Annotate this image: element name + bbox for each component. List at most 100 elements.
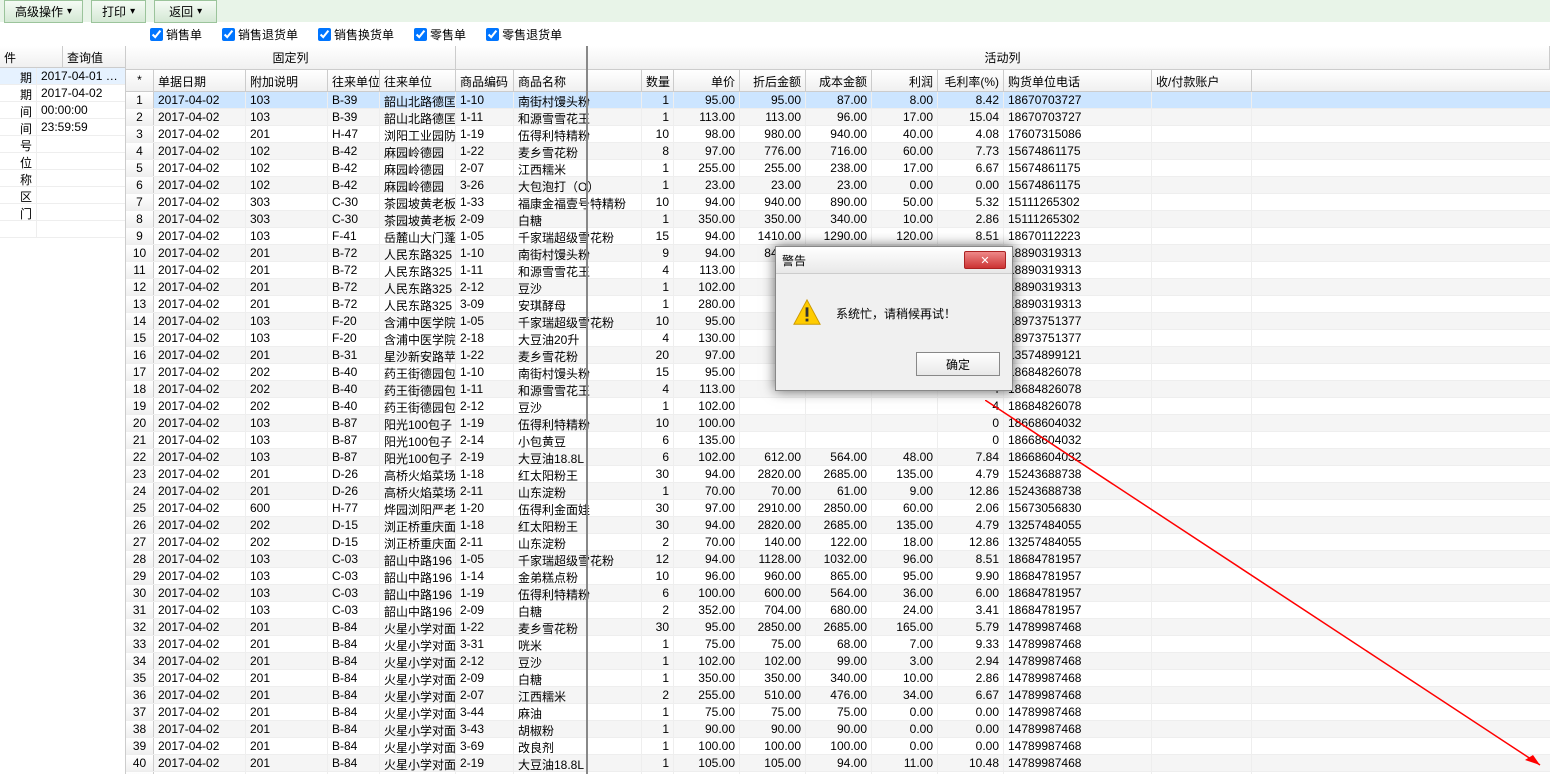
cell-note: 201 <box>246 636 328 652</box>
cell-discount-amount: 980.00 <box>740 126 806 142</box>
cell-date: 2017-04-02 <box>154 449 246 465</box>
table-row[interactable]: 92017-04-02103F-41岳麓山大门蓬1-05千家瑞超级雪花粉1594… <box>126 228 1550 245</box>
table-row[interactable]: 12017-04-02103B-39韶山北路德匡1-10南街村馒头粉195.00… <box>126 92 1550 109</box>
sidebar-row[interactable]: 区 <box>0 187 125 204</box>
table-row[interactable]: 72017-04-02303C-30茶园坡黄老板1-33福康金福壹号特精粉109… <box>126 194 1550 211</box>
cell-qty: 4 <box>642 381 674 397</box>
sidebar-row[interactable]: 间23:59:59 <box>0 119 125 136</box>
cell-unit-code: B-40 <box>328 381 380 397</box>
table-row[interactable]: 232017-04-02201D-26高桥火焰菜场1-18红太阳粉王3094.0… <box>126 466 1550 483</box>
cell-phone: 18670112223 <box>1004 228 1152 244</box>
cell-product-name: 大豆油18.8L <box>514 755 642 771</box>
table-row[interactable]: 282017-04-02103C-03韶山中路1961-05千家瑞超级雪花粉12… <box>126 551 1550 568</box>
table-row[interactable]: 22017-04-02103B-39韶山北路德匡1-11和源雪雪花王1113.0… <box>126 109 1550 126</box>
col-note[interactable]: 附加说明 <box>246 70 328 91</box>
table-row[interactable]: 392017-04-02201B-84火星小学对面3-69改良剂1100.001… <box>126 738 1550 755</box>
cell-phone: 14789987468 <box>1004 738 1152 754</box>
table-row[interactable]: 262017-04-02202D-15浏正桥重庆面1-18红太阳粉王3094.0… <box>126 517 1550 534</box>
col-unit-name[interactable]: 往来单位 <box>380 70 456 91</box>
col-phone[interactable]: 购货单位电话 <box>1004 70 1152 91</box>
cell-phone: 13257484055 <box>1004 534 1152 550</box>
table-row[interactable]: 32017-04-02201H-47浏阳工业园防1-19伍得利特精粉1098.0… <box>126 126 1550 143</box>
cell-margin-rate: 6.00 <box>938 585 1004 601</box>
sidebar-row[interactable]: 期2017-04-01 … <box>0 68 125 85</box>
sidebar-row[interactable]: 期2017-04-02 <box>0 85 125 102</box>
checkbox-sales-order[interactable]: 销售单 <box>150 26 202 43</box>
cell-account <box>1152 262 1252 278</box>
col-unit-code[interactable]: 往来单位 <box>328 70 380 91</box>
cell-product-code: 2-07 <box>456 160 514 176</box>
table-row[interactable]: 222017-04-02103B-87阳光100包子2-19大豆油18.8L61… <box>126 449 1550 466</box>
cell-profit: 0.00 <box>872 177 938 193</box>
table-row[interactable]: 242017-04-02201D-26高桥火焰菜场2-11山东淀粉170.007… <box>126 483 1550 500</box>
cell-idx: 24 <box>126 483 154 499</box>
col-product-code[interactable]: 商品编码 <box>456 70 514 91</box>
cell-account <box>1152 330 1252 346</box>
sidebar-row[interactable]: 称 <box>0 170 125 187</box>
checkbox-retail-return[interactable]: 零售退货单 <box>486 26 562 43</box>
back-button[interactable]: 返回 <box>154 0 217 23</box>
table-row[interactable]: 312017-04-02103C-03韶山中路1962-09白糖2352.007… <box>126 602 1550 619</box>
table-row[interactable]: 322017-04-02201B-84火星小学对面1-22麦乡雪花粉3095.0… <box>126 619 1550 636</box>
col-idx[interactable]: * <box>126 70 154 91</box>
grid-body[interactable]: 12017-04-02103B-39韶山北路德匡1-10南街村馒头粉195.00… <box>126 92 1550 774</box>
cell-account <box>1152 194 1252 210</box>
cell-unit-code: C-03 <box>328 602 380 618</box>
table-row[interactable]: 252017-04-02600H-77烨园浏阳严老1-20伍得利金面娃3097.… <box>126 500 1550 517</box>
table-row[interactable]: 302017-04-02103C-03韶山中路1961-19伍得利特精粉6100… <box>126 585 1550 602</box>
col-profit[interactable]: 利润 <box>872 70 938 91</box>
col-margin-rate[interactable]: 毛利率(%) <box>938 70 1004 91</box>
cell-idx: 19 <box>126 398 154 414</box>
cell-price: 130.00 <box>674 330 740 346</box>
cell-unit-code: B-72 <box>328 279 380 295</box>
sidebar-row[interactable] <box>0 221 125 238</box>
table-row[interactable]: 342017-04-02201B-84火星小学对面2-12豆沙1102.0010… <box>126 653 1550 670</box>
advanced-button[interactable]: 高级操作 <box>4 0 83 23</box>
cell-account <box>1152 211 1252 227</box>
table-row[interactable]: 272017-04-02202D-15浏正桥重庆面2-11山东淀粉270.001… <box>126 534 1550 551</box>
cell-account <box>1152 466 1252 482</box>
cell-note: 102 <box>246 143 328 159</box>
table-row[interactable]: 372017-04-02201B-84火星小学对面3-44麻油175.0075.… <box>126 704 1550 721</box>
sidebar-row[interactable]: 位 <box>0 153 125 170</box>
table-row[interactable]: 362017-04-02201B-84火星小学对面2-07江西糯米2255.00… <box>126 687 1550 704</box>
col-date[interactable]: 单据日期 <box>154 70 246 91</box>
cell-margin-rate: 8.42 <box>938 92 1004 108</box>
col-qty[interactable]: 数量 <box>642 70 674 91</box>
table-row[interactable]: 332017-04-02201B-84火星小学对面3-31咣米175.0075.… <box>126 636 1550 653</box>
dialog-ok-button[interactable]: 确定 <box>916 352 1000 376</box>
cell-price: 94.00 <box>674 466 740 482</box>
checkbox-sales-exchange[interactable]: 销售换货单 <box>318 26 394 43</box>
table-row[interactable]: 52017-04-02102B-42麻园岭德园2-07江西糯米1255.0025… <box>126 160 1550 177</box>
sidebar-cell-label: 称 <box>0 170 37 186</box>
table-row[interactable]: 402017-04-02201B-84火星小学对面2-19大豆油18.8L110… <box>126 755 1550 772</box>
col-cost-amount[interactable]: 成本金额 <box>806 70 872 91</box>
print-button[interactable]: 打印 <box>91 0 146 23</box>
col-discount-amount[interactable]: 折后金额 <box>740 70 806 91</box>
table-row[interactable]: 292017-04-02103C-03韶山中路1961-14金弟糕点粉1096.… <box>126 568 1550 585</box>
cell-account <box>1152 483 1252 499</box>
dialog-close-button[interactable]: ✕ <box>964 251 1006 269</box>
checkbox-retail-order[interactable]: 零售单 <box>414 26 466 43</box>
cell-note: 201 <box>246 721 328 737</box>
table-row[interactable]: 42017-04-02102B-42麻园岭德园1-22麦乡雪花粉897.0077… <box>126 143 1550 160</box>
table-row[interactable]: 352017-04-02201B-84火星小学对面2-09白糖1350.0035… <box>126 670 1550 687</box>
checkbox-sales-return[interactable]: 销售退货单 <box>222 26 298 43</box>
cell-product-name: 山东淀粉 <box>514 483 642 499</box>
sidebar-row[interactable]: 间00:00:00 <box>0 102 125 119</box>
sidebar-cell-label: 门 <box>0 204 37 220</box>
table-row[interactable]: 212017-04-02103B-87阳光100包子2-14小包黄豆6135.0… <box>126 432 1550 449</box>
table-row[interactable]: 82017-04-02303C-30茶园坡黄老板2-09白糖1350.00350… <box>126 211 1550 228</box>
sidebar-cell-label: 间 <box>0 102 37 118</box>
cell-product-name: 南街村馒头粉 <box>514 245 642 261</box>
table-row[interactable]: 382017-04-02201B-84火星小学对面3-43胡椒粉190.0090… <box>126 721 1550 738</box>
col-account[interactable]: 收/付款账户 <box>1152 70 1252 91</box>
col-product-name[interactable]: 商品名称 <box>514 70 642 91</box>
cell-account <box>1152 687 1252 703</box>
table-row[interactable]: 412017-04-02201D-29伍家岭面条马1-18红太阳粉王5094.0… <box>126 772 1550 774</box>
sidebar-row[interactable]: 号 <box>0 136 125 153</box>
sidebar-row[interactable]: 门 <box>0 204 125 221</box>
cell-profit: 225.00 <box>872 772 938 774</box>
table-row[interactable]: 62017-04-02102B-42麻园岭德园3-26大包泡打（O）123.00… <box>126 177 1550 194</box>
col-price[interactable]: 单价 <box>674 70 740 91</box>
